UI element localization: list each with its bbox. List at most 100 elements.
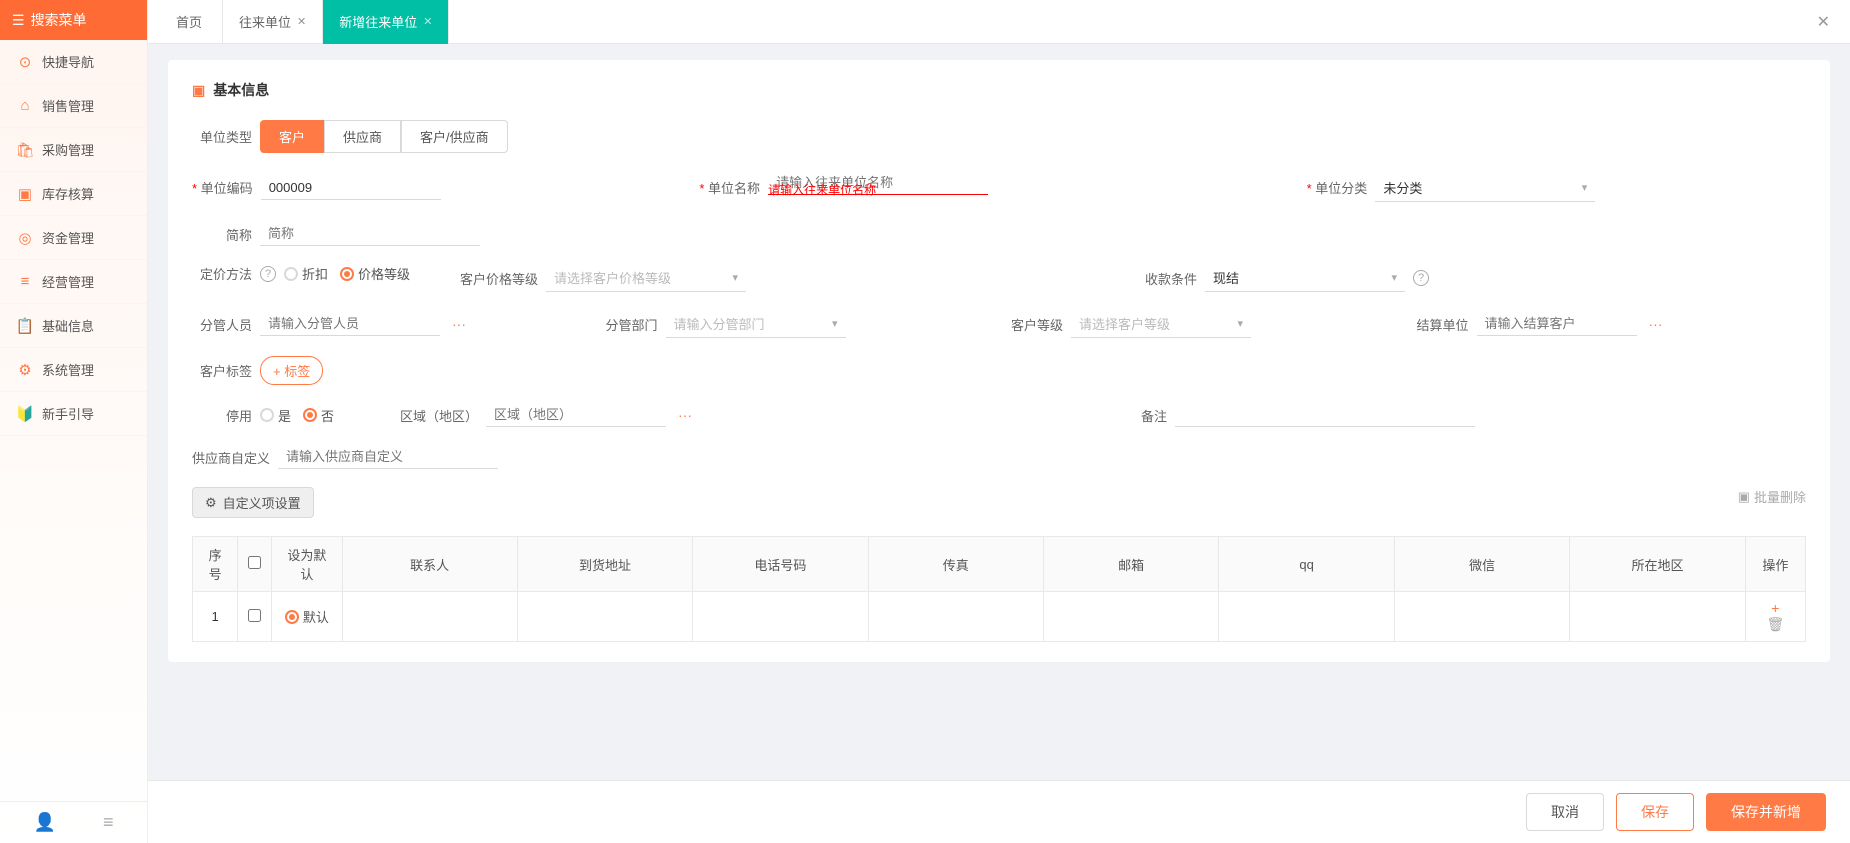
save-button[interactable]: 保存 (1616, 793, 1694, 831)
tab-home[interactable]: 首页 (156, 0, 223, 44)
tab-partners-close-icon[interactable]: ✕ (297, 15, 306, 28)
fax-input[interactable] (879, 609, 1033, 624)
level-label: 价格等级 (358, 264, 410, 283)
sidebar-item-inventory[interactable]: ▣ 库存核算 (0, 172, 147, 216)
cancel-button[interactable]: 取消 (1526, 793, 1604, 831)
default-radio-circle (285, 610, 299, 624)
operations-icon: ≡ (16, 273, 34, 291)
manager-group: 分管人员 ··· (192, 312, 590, 336)
main-content: 首页 往来单位 ✕ 新增往来单位 ✕ ✕ ▣ 基本信息 单位类型 客户 (148, 0, 1850, 843)
save-new-button[interactable]: 保存并新增 (1706, 793, 1826, 831)
no-radio-circle (303, 408, 317, 422)
customize-btn[interactable]: ⚙ 自定义项设置 (192, 487, 314, 518)
sidebar-item-label: 销售管理 (42, 96, 94, 115)
type-btn-both[interactable]: 客户/供应商 (401, 120, 508, 153)
batch-delete-btn[interactable]: ▣ 批量删除 (1738, 487, 1806, 506)
disabled-radio-yes[interactable]: 是 (260, 406, 291, 425)
search-icon: ☰ (12, 12, 25, 29)
sidebar-footer: 👤 ≡ (0, 801, 147, 843)
pricing-help-icon[interactable]: ? (260, 266, 276, 282)
manager-input[interactable] (260, 312, 440, 336)
row-action: + 🗑 (1745, 592, 1805, 642)
section-title-text: 基本信息 (213, 80, 269, 100)
supplier-custom-input[interactable] (278, 445, 498, 469)
settle-unit-input[interactable] (1477, 312, 1637, 336)
customer-level-select[interactable]: 请选择客户等级 ▾ (1071, 310, 1251, 338)
phone-input[interactable] (703, 609, 857, 624)
address-input[interactable] (528, 609, 682, 624)
tab-add-partner-close-icon[interactable]: ✕ (423, 15, 432, 28)
sidebar-item-system[interactable]: ⚙ 系统管理 (0, 348, 147, 392)
disabled-radio-no[interactable]: 否 (303, 406, 334, 425)
area-more-btn[interactable]: ··· (674, 407, 696, 423)
pricing-radio-level[interactable]: 价格等级 (340, 264, 410, 283)
type-btn-customer[interactable]: 客户 (260, 120, 324, 153)
sidebar-item-finance[interactable]: ◎ 资金管理 (0, 216, 147, 260)
col-region: 所在地区 (1570, 537, 1745, 592)
row-qq[interactable] (1219, 592, 1395, 642)
manager-more-btn[interactable]: ··· (448, 316, 470, 332)
remark-group: 备注 (1107, 403, 1806, 427)
code-name-category-row: 单位编码 单位名称 请输入往来单位名称 单位分类 未分类 ▾ (192, 171, 1806, 204)
contact-input[interactable] (353, 609, 507, 624)
unit-type-group: 单位类型 客户 供应商 客户/供应商 (192, 120, 508, 153)
tab-add-partner[interactable]: 新增往来单位 ✕ (323, 0, 449, 44)
sidebar: ☰ 搜索菜单 ⊙ 快捷导航 ⌂ 销售管理 🛍 采购管理 ▣ 库存核算 ◎ 资金管… (0, 0, 148, 843)
purchase-icon: 🛍 (16, 141, 34, 159)
payment-select[interactable]: 现结 ▾ (1205, 264, 1405, 292)
row-default-radio[interactable]: 默认 (282, 607, 331, 626)
row-address[interactable] (517, 592, 692, 642)
qq-input[interactable] (1229, 609, 1384, 624)
tab-partners[interactable]: 往来单位 ✕ (223, 0, 323, 44)
region-input[interactable] (1580, 609, 1734, 624)
unit-category-select[interactable]: 未分类 ▾ (1375, 174, 1595, 202)
tabs-close-all[interactable]: ✕ (1805, 12, 1842, 32)
unit-code-input[interactable] (261, 176, 441, 200)
row-select[interactable] (248, 609, 261, 622)
type-btn-supplier[interactable]: 供应商 (324, 120, 401, 153)
row-delete-btn[interactable]: 🗑 (1763, 616, 1787, 633)
no-label: 否 (321, 406, 334, 425)
sidebar-item-quick-nav[interactable]: ⊙ 快捷导航 (0, 40, 147, 84)
remark-input[interactable] (1175, 403, 1475, 427)
payment-help-icon[interactable]: ? (1413, 270, 1429, 286)
abbr-group: 简称 (192, 222, 1806, 246)
row-region[interactable] (1570, 592, 1745, 642)
row-wechat[interactable] (1394, 592, 1569, 642)
area-input[interactable] (486, 403, 666, 427)
add-tag-button[interactable]: + 标签 (260, 356, 323, 385)
inventory-icon: ▣ (16, 185, 34, 203)
settle-unit-label: 结算单位 (1409, 315, 1469, 334)
row-add-btn[interactable]: + (1768, 600, 1782, 616)
settle-unit-more-btn[interactable]: ··· (1645, 316, 1667, 332)
col-contact: 联系人 (342, 537, 517, 592)
sidebar-item-purchase[interactable]: 🛍 采购管理 (0, 128, 147, 172)
row-email[interactable] (1044, 592, 1219, 642)
basic-info-card: ▣ 基本信息 单位类型 客户 供应商 客户/供应商 单位编码 (168, 60, 1830, 662)
price-level-select[interactable]: 请选择客户价格等级 ▾ (546, 264, 746, 292)
search-menu-btn[interactable]: ☰ 搜索菜单 (0, 0, 147, 40)
table-select-all[interactable] (248, 556, 261, 569)
row-phone[interactable] (693, 592, 868, 642)
disabled-radio-group: 是 否 (260, 406, 334, 425)
disabled-group: 停用 是 否 (192, 406, 392, 425)
payment-label: 收款条件 (1137, 269, 1197, 288)
basic-info-icon: 📋 (16, 317, 34, 335)
sidebar-item-operations[interactable]: ≡ 经营管理 (0, 260, 147, 304)
dept-chevron-icon: ▾ (832, 317, 838, 330)
pricing-radio-discount[interactable]: 折扣 (284, 264, 328, 283)
sidebar-item-basic-info[interactable]: 📋 基础信息 (0, 304, 147, 348)
row-fax[interactable] (868, 592, 1043, 642)
email-input[interactable] (1054, 609, 1208, 624)
abbr-input[interactable] (260, 222, 480, 246)
col-phone: 电话号码 (693, 537, 868, 592)
pricing-label: 定价方法 (192, 264, 252, 283)
col-checkbox (238, 537, 272, 592)
settle-unit-group: 结算单位 ··· (1409, 312, 1807, 336)
customer-level-group: 客户等级 请选择客户等级 ▾ (1003, 310, 1401, 338)
dept-select[interactable]: 请输入分管部门 ▾ (666, 310, 846, 338)
sidebar-item-guide[interactable]: 🔰 新手引导 (0, 392, 147, 436)
sidebar-item-sales[interactable]: ⌂ 销售管理 (0, 84, 147, 128)
wechat-input[interactable] (1405, 609, 1559, 624)
row-contact[interactable] (342, 592, 517, 642)
